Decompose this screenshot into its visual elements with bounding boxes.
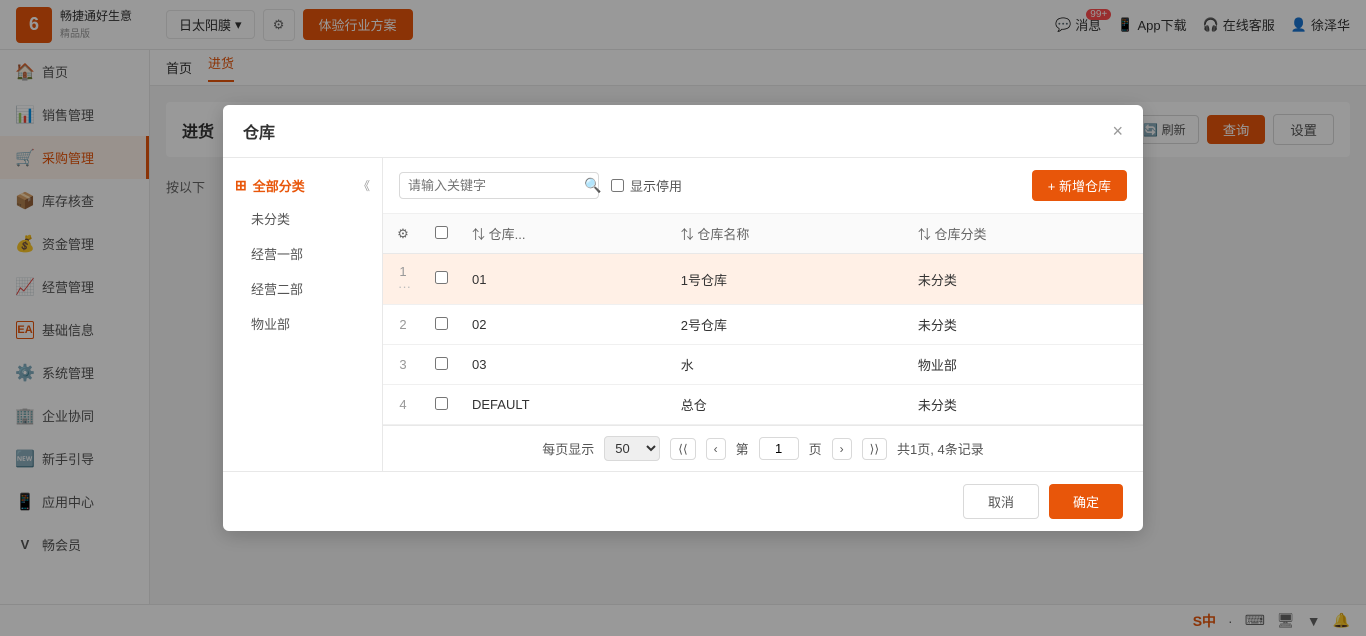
- cat-item-ops2[interactable]: 经营二部: [223, 271, 382, 306]
- cat-item-ops1[interactable]: 经营一部: [223, 236, 382, 271]
- warehouse-table: ⚙ ⇅ 仓库... ⇅ 仓库名称: [383, 214, 1143, 425]
- all-category-text: 全部分类: [253, 176, 305, 195]
- last-page-btn[interactable]: ⟩⟩: [862, 438, 887, 460]
- cat-item-unclassified[interactable]: 未分类: [223, 201, 382, 236]
- all-category-label: ⊞ 全部分类: [235, 176, 305, 195]
- table-row[interactable]: 4 DEFAULT总仓未分类: [383, 385, 1143, 425]
- show-disabled-checkbox[interactable]: [611, 179, 624, 192]
- search-left: 🔍 显示停用: [399, 172, 682, 199]
- col-category-header: ⇅ 仓库分类: [906, 214, 1143, 254]
- row-checkbox[interactable]: [435, 397, 448, 410]
- row-gear-cell[interactable]: 2: [383, 305, 423, 345]
- row-code: 03: [460, 345, 669, 385]
- page-label: 第: [736, 439, 749, 458]
- select-all-checkbox[interactable]: [435, 226, 448, 239]
- category-panel: ⊞ 全部分类 《 未分类 经营一部 经营二部 物业部: [223, 158, 383, 471]
- row-gear-cell[interactable]: 4: [383, 385, 423, 425]
- row-code: DEFAULT: [460, 385, 669, 425]
- row-check-cell[interactable]: [423, 345, 460, 385]
- col-name-sort-icon[interactable]: ⇅: [681, 227, 694, 242]
- row-check-cell[interactable]: [423, 385, 460, 425]
- row-checkbox[interactable]: [435, 357, 448, 370]
- search-input[interactable]: [408, 178, 584, 193]
- row-name: 2号仓库: [669, 305, 906, 345]
- row-check-cell[interactable]: [423, 254, 460, 305]
- show-disabled-label[interactable]: 显示停用: [611, 176, 682, 195]
- search-bar: 🔍 显示停用 + 新增仓库: [383, 158, 1143, 214]
- table-body: 1 ···011号仓库未分类2022号仓库未分类303水物业部4DEFAULT总…: [383, 254, 1143, 425]
- col-name-header: ⇅ 仓库名称: [669, 214, 906, 254]
- pagination-bar: 每页显示 50 100 200 ⟨⟨ ‹ 第 页 › ⟩⟩ 共1页, 4条记录: [383, 425, 1143, 471]
- next-page-btn[interactable]: ›: [832, 438, 852, 460]
- row-gear-cell[interactable]: 1 ···: [383, 254, 423, 305]
- row-category: 未分类: [906, 385, 1143, 425]
- row-name: 水: [669, 345, 906, 385]
- row-check-cell[interactable]: [423, 305, 460, 345]
- table-header-row: ⚙ ⇅ 仓库... ⇅ 仓库名称: [383, 214, 1143, 254]
- per-page-select[interactable]: 50 100 200: [604, 436, 660, 461]
- per-page-label: 每页显示: [542, 439, 594, 458]
- grid-icon: ⊞: [235, 177, 247, 194]
- show-disabled-text: 显示停用: [630, 176, 682, 195]
- collapse-icon[interactable]: 《: [358, 177, 370, 194]
- modal-close-button[interactable]: ×: [1112, 121, 1123, 142]
- row-name: 总仓: [669, 385, 906, 425]
- col-code-header: ⇅ 仓库...: [460, 214, 669, 254]
- modal-body: ⊞ 全部分类 《 未分类 经营一部 经营二部 物业部 🔍: [223, 158, 1143, 471]
- content-panel: 🔍 显示停用 + 新增仓库 ⚙: [383, 158, 1143, 471]
- col-cat-sort-icon[interactable]: ⇅: [918, 227, 931, 242]
- col-code-sort-icon[interactable]: ⇅: [472, 227, 485, 242]
- row-checkbox[interactable]: [435, 271, 448, 284]
- add-warehouse-button[interactable]: + 新增仓库: [1032, 170, 1127, 201]
- cancel-button[interactable]: 取消: [963, 484, 1039, 519]
- row-category: 未分类: [906, 305, 1143, 345]
- modal-header: 仓库 ×: [223, 105, 1143, 158]
- row-category: 物业部: [906, 345, 1143, 385]
- page-unit: 页: [809, 439, 822, 458]
- prev-page-btn[interactable]: ‹: [706, 438, 726, 460]
- table-row[interactable]: 2 022号仓库未分类: [383, 305, 1143, 345]
- search-icon: 🔍: [584, 177, 601, 194]
- first-page-btn[interactable]: ⟨⟨: [670, 438, 695, 460]
- row-gear-cell[interactable]: 3: [383, 345, 423, 385]
- col-check-header: [423, 214, 460, 254]
- search-input-wrap: 🔍: [399, 172, 599, 199]
- page-summary: 共1页, 4条记录: [897, 439, 984, 458]
- warehouse-table-wrap: ⚙ ⇅ 仓库... ⇅ 仓库名称: [383, 214, 1143, 425]
- row-code: 01: [460, 254, 669, 305]
- table-row[interactable]: 1 ··· 011号仓库未分类: [383, 254, 1143, 305]
- confirm-button[interactable]: 确定: [1049, 484, 1123, 519]
- modal-action-footer: 取消 确定: [223, 471, 1143, 531]
- row-name: 1号仓库: [669, 254, 906, 305]
- warehouse-modal: 仓库 × ⊞ 全部分类 《 未分类 经营一部 经营二部 物业部: [223, 105, 1143, 531]
- table-row[interactable]: 3 03水物业部: [383, 345, 1143, 385]
- all-category-header[interactable]: ⊞ 全部分类 《: [223, 170, 382, 201]
- modal-title: 仓库: [243, 119, 275, 143]
- row-category: 未分类: [906, 254, 1143, 305]
- row-checkbox[interactable]: [435, 317, 448, 330]
- row-code: 02: [460, 305, 669, 345]
- col-gear-header: ⚙: [383, 214, 423, 254]
- page-input[interactable]: [759, 437, 799, 460]
- row-action-dots[interactable]: ···: [398, 279, 411, 294]
- cat-item-property[interactable]: 物业部: [223, 306, 382, 341]
